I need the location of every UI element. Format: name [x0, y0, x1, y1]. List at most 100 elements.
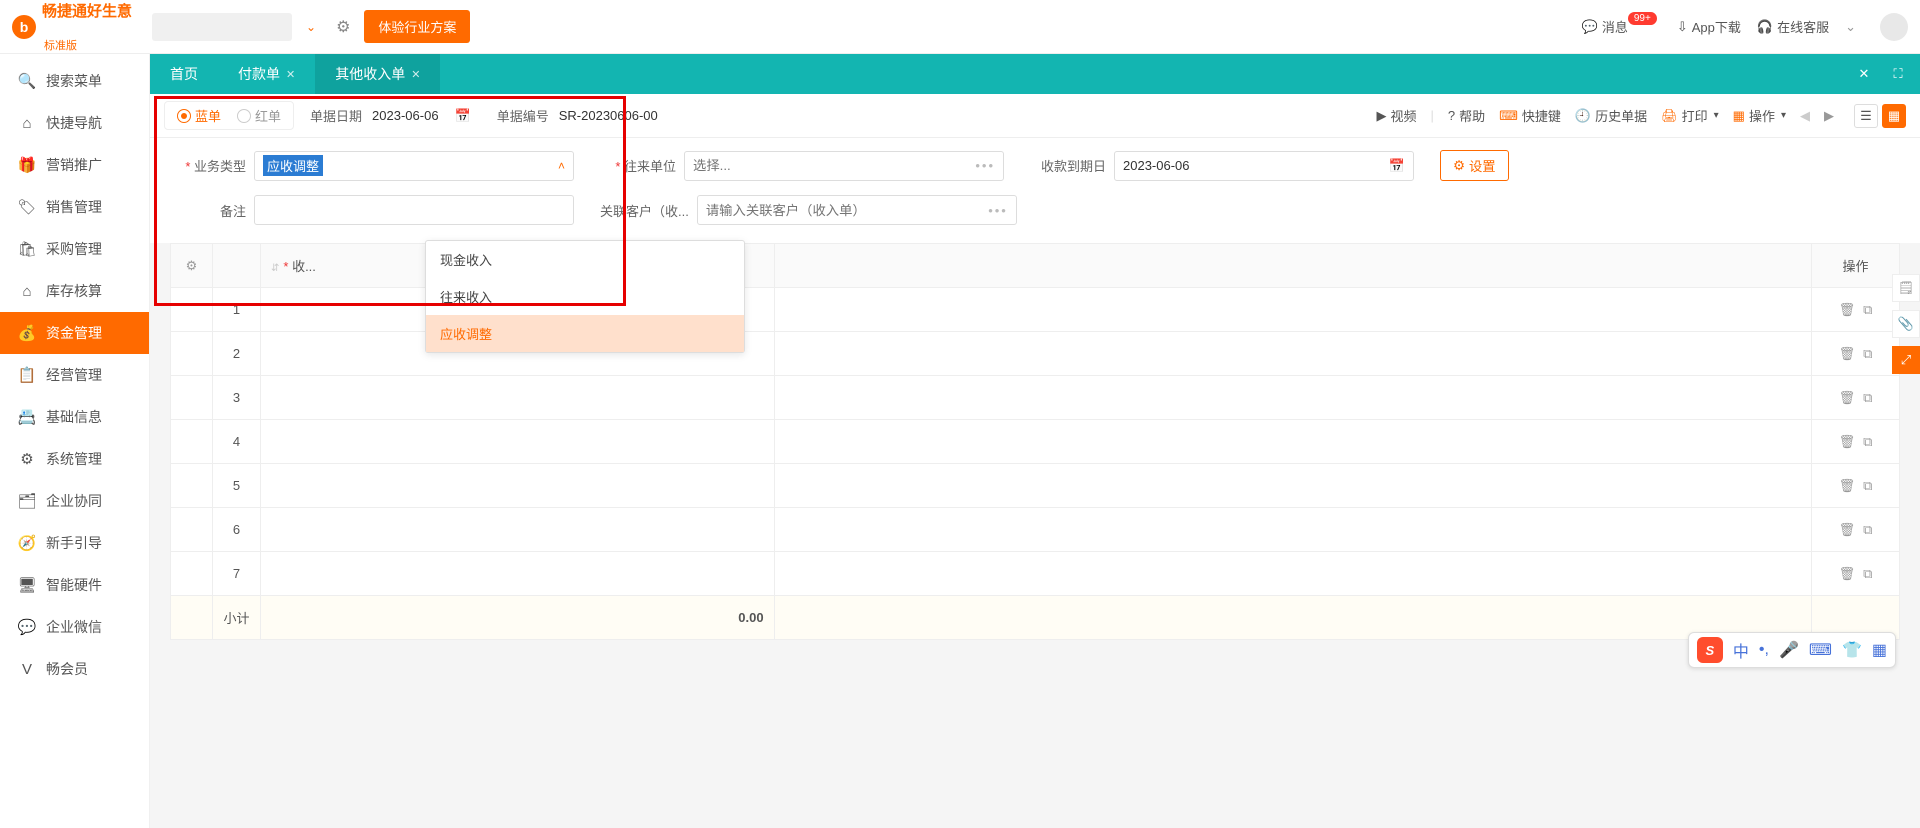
copy-icon[interactable]: ⧉: [1863, 434, 1872, 449]
copy-icon[interactable]: ⧉: [1863, 478, 1872, 493]
sidebar-item-system[interactable]: ⚙系统管理: [0, 438, 149, 480]
sidebar-item-wechat[interactable]: 💬企业微信: [0, 606, 149, 648]
doc-date-value[interactable]: 2023-06-06: [372, 108, 439, 123]
sidebar-item-member[interactable]: V畅会员: [0, 648, 149, 690]
due-date-label: 收款到期日: [1030, 156, 1106, 175]
video-button[interactable]: ▶视频: [1376, 106, 1416, 125]
settings-button[interactable]: ⚙设置: [1440, 150, 1509, 181]
dropdown-option-ar[interactable]: 往来收入: [426, 278, 744, 315]
app-download-button[interactable]: ⇩ App下载: [1677, 17, 1741, 36]
counterparty-select[interactable]: •••: [684, 151, 1004, 181]
table-row[interactable]: 3 🗑⧉: [171, 376, 1900, 420]
close-icon[interactable]: ✕: [411, 68, 420, 81]
grid-icon[interactable]: ▦: [1872, 640, 1887, 660]
more-icon[interactable]: •••: [988, 203, 1008, 218]
copy-icon[interactable]: ⧉: [1863, 390, 1872, 405]
doc-type-radio: 蓝单 红单: [164, 101, 294, 130]
dropdown-option-adjust[interactable]: 应收调整: [426, 315, 744, 352]
next-icon[interactable]: ▶: [1824, 108, 1834, 124]
more-icon[interactable]: •••: [975, 158, 995, 173]
gear-icon[interactable]: ⚙: [186, 258, 198, 273]
view-card-button[interactable]: ▦: [1882, 104, 1906, 128]
sidebar-item-sales[interactable]: 🏷销售管理: [0, 186, 149, 228]
biz-type-select[interactable]: 应收调整 ˄: [254, 151, 574, 181]
copy-icon[interactable]: ⧉: [1863, 346, 1872, 361]
home-icon: ⌂: [18, 114, 36, 132]
online-support-button[interactable]: 🎧 在线客服: [1757, 17, 1829, 36]
download-icon: ⇩: [1677, 19, 1688, 35]
close-icon[interactable]: ✕: [286, 68, 295, 81]
delete-icon[interactable]: 🗑: [1839, 566, 1856, 581]
radio-blue[interactable]: 蓝单: [177, 106, 221, 125]
table-row[interactable]: 7 🗑⧉: [171, 552, 1900, 596]
org-selector[interactable]: ⌄: [152, 13, 324, 41]
sidebar-item-operation[interactable]: 📋经营管理: [0, 354, 149, 396]
mic-icon[interactable]: 🎤: [1779, 640, 1799, 660]
radio-red[interactable]: 红单: [237, 106, 281, 125]
delete-icon[interactable]: 🗑: [1839, 346, 1856, 361]
dropdown-option-cash[interactable]: 现金收入: [426, 241, 744, 278]
close-all-icon[interactable]: ✕: [1852, 62, 1876, 86]
calendar-icon[interactable]: 📅: [455, 108, 471, 124]
doc-no-label: 单据编号: [497, 106, 549, 125]
skin-icon[interactable]: 👕: [1842, 640, 1862, 660]
headset-icon: 🎧: [1757, 19, 1773, 35]
delete-icon[interactable]: 🗑: [1839, 302, 1856, 317]
sogou-icon: S: [1697, 637, 1723, 663]
history-button[interactable]: 🕘历史单据: [1575, 106, 1647, 125]
expand-icon[interactable]: ⛶: [1886, 62, 1910, 86]
remark-input[interactable]: [254, 195, 574, 225]
table-row[interactable]: 6 🗑⧉: [171, 508, 1900, 552]
delete-icon[interactable]: 🗑: [1839, 434, 1856, 449]
delete-icon[interactable]: 🗑: [1839, 390, 1856, 405]
help-icon: ?: [1448, 108, 1455, 123]
table-row[interactable]: 4 🗑⧉: [171, 420, 1900, 464]
sidebar-item-search[interactable]: 🔍搜索菜单: [0, 60, 149, 102]
sidebar-item-inventory[interactable]: ⌂库存核算: [0, 270, 149, 312]
counterparty-input[interactable]: [693, 158, 975, 173]
delete-icon[interactable]: 🗑: [1839, 478, 1856, 493]
delete-icon[interactable]: 🗑: [1839, 522, 1856, 537]
try-plan-button[interactable]: 体验行业方案: [364, 10, 470, 43]
gear-icon[interactable]: ⚙: [336, 17, 350, 37]
history-icon: 🕘: [1575, 108, 1591, 124]
tab-payment[interactable]: 付款单✕: [218, 54, 315, 94]
ime-punct-icon[interactable]: •,: [1759, 641, 1769, 659]
chevron-down-icon[interactable]: ⌄: [1845, 19, 1856, 35]
wechat-icon: 💬: [18, 618, 36, 636]
sidebar-item-quicknav[interactable]: ⌂快捷导航: [0, 102, 149, 144]
sidebar-item-basicinfo[interactable]: 📇基础信息: [0, 396, 149, 438]
sidebar-item-funds[interactable]: 💰资金管理: [0, 312, 149, 354]
sidebar-item-purchase[interactable]: 🛍采购管理: [0, 228, 149, 270]
shortcut-button[interactable]: ⌨快捷键: [1499, 106, 1561, 125]
biz-type-value: 应收调整: [263, 155, 323, 176]
calendar-icon[interactable]: 📅: [1389, 158, 1405, 174]
sidebar-item-enterprise[interactable]: 🗂企业协同: [0, 480, 149, 522]
print-button[interactable]: 🖨打印▾: [1661, 106, 1719, 125]
view-list-button[interactable]: ☰: [1854, 104, 1878, 128]
attach-icon[interactable]: 📎: [1892, 310, 1920, 338]
keyboard-icon[interactable]: ⌨: [1809, 640, 1832, 660]
sidebar-item-guide[interactable]: 🧭新手引导: [0, 522, 149, 564]
related-customer-input[interactable]: •••: [697, 195, 1017, 225]
operations-button[interactable]: ▦操作▾: [1733, 106, 1786, 125]
tab-other-income[interactable]: 其他收入单✕: [315, 54, 440, 94]
help-button[interactable]: ?帮助: [1448, 106, 1485, 125]
note-icon[interactable]: 🗒: [1892, 274, 1920, 302]
copy-icon[interactable]: ⧉: [1863, 522, 1872, 537]
copy-icon[interactable]: ⧉: [1863, 302, 1872, 317]
messages-button[interactable]: 💬 消息 99+: [1582, 17, 1661, 36]
col-ops: 操作: [1812, 244, 1900, 288]
sidebar-item-hardware[interactable]: 🖥智能硬件: [0, 564, 149, 606]
ime-lang[interactable]: 中: [1733, 638, 1749, 662]
due-date-input[interactable]: 2023-06-06 📅: [1114, 151, 1414, 181]
sidebar-item-marketing[interactable]: 🎁营销推广: [0, 144, 149, 186]
table-row[interactable]: 5 🗑⧉: [171, 464, 1900, 508]
biz-type-dropdown: 现金收入 往来收入 应收调整: [425, 240, 745, 353]
tab-home[interactable]: 首页: [150, 54, 218, 94]
ime-toolbar[interactable]: S 中 •, 🎤 ⌨ 👕 ▦: [1688, 632, 1896, 668]
avatar[interactable]: [1880, 13, 1908, 41]
gear-icon: ⚙: [1453, 158, 1465, 174]
copy-icon[interactable]: ⧉: [1863, 566, 1872, 581]
expand-tool-icon[interactable]: ⤢: [1892, 346, 1920, 374]
